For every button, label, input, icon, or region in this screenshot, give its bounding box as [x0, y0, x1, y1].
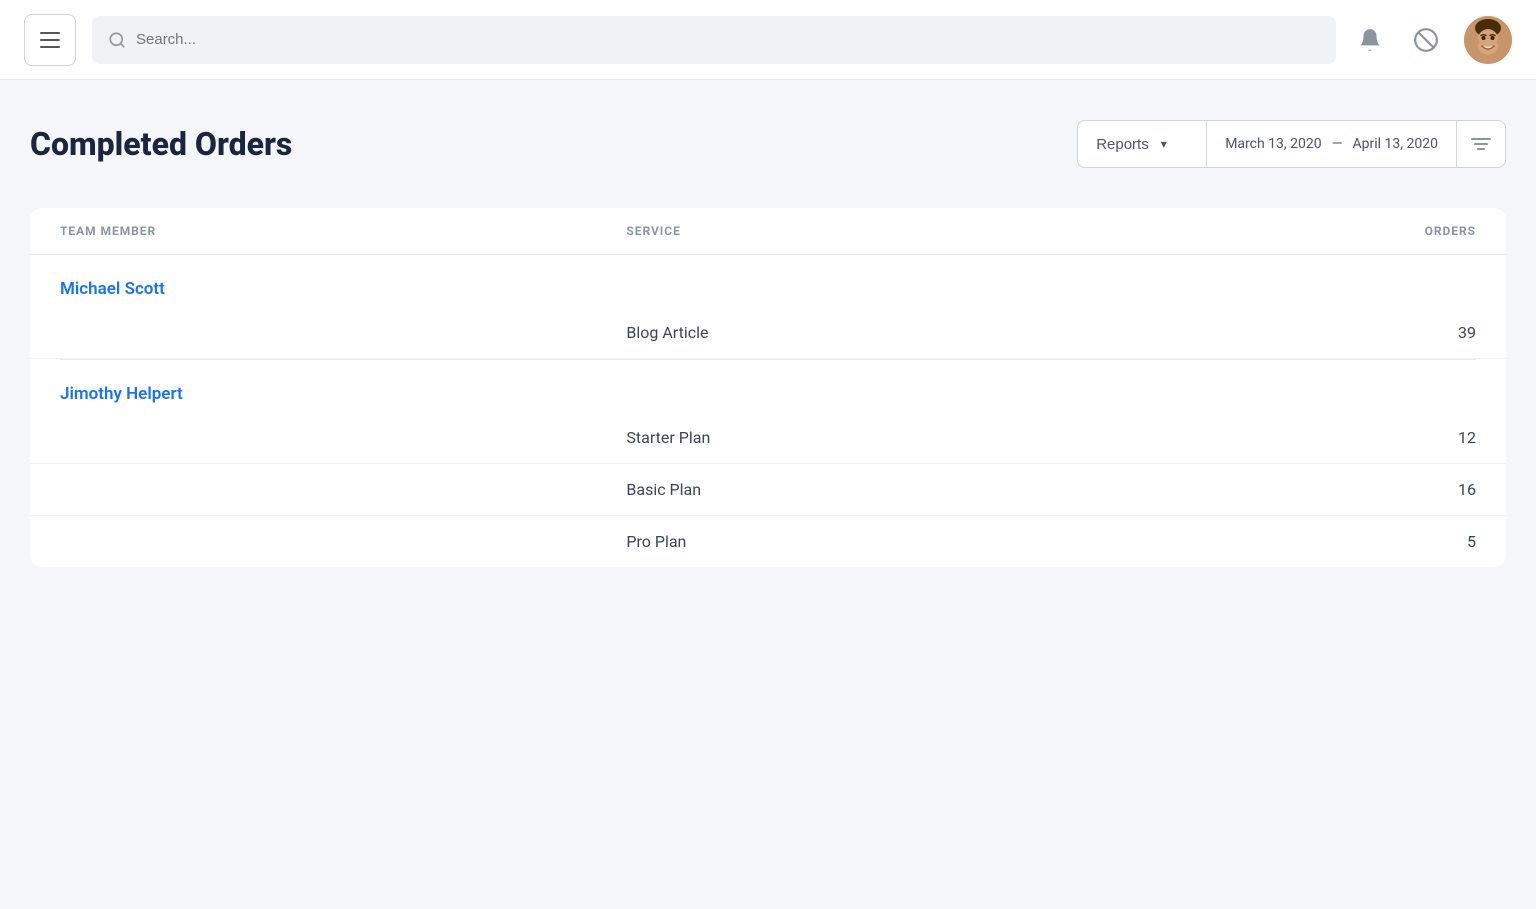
orders-table: TEAM MEMBER SERVICE ORDERS Michael Scott… — [30, 208, 1506, 567]
search-icon — [108, 31, 126, 49]
service-row: Basic Plan 16 — [30, 464, 1506, 516]
table-header: TEAM MEMBER SERVICE ORDERS — [30, 208, 1506, 255]
service-row: Pro Plan 5 — [30, 516, 1506, 567]
service-row: Starter Plan 12 — [30, 412, 1506, 464]
service-name: Starter Plan — [626, 428, 1192, 447]
main-content: Completed Orders Reports ▾ March 13, 202… — [0, 80, 1536, 909]
table-body: Michael Scott Blog Article 39 Jimothy He… — [30, 255, 1506, 567]
orders-count: 5 — [1193, 532, 1476, 551]
search-bar — [92, 16, 1336, 64]
date-separator: — — [1332, 136, 1343, 152]
service-row: Blog Article 39 — [30, 307, 1506, 359]
orders-count: 39 — [1193, 323, 1476, 342]
orders-count: 12 — [1193, 428, 1476, 447]
column-header-service: SERVICE — [626, 224, 1192, 238]
column-header-team-member: TEAM MEMBER — [60, 224, 626, 238]
date-range: March 13, 2020 — April 13, 2020 — [1207, 120, 1457, 168]
top-navigation — [0, 0, 1536, 80]
orders-count: 16 — [1193, 480, 1476, 499]
bell-icon — [1357, 27, 1383, 53]
reports-label: Reports — [1096, 136, 1149, 153]
filter-lines-icon — [1471, 136, 1491, 152]
page-title: Completed Orders — [30, 125, 1061, 163]
service-name: Blog Article — [626, 323, 1192, 342]
column-header-orders: ORDERS — [1193, 224, 1476, 238]
search-input[interactable] — [136, 31, 1320, 48]
help-icon — [1413, 27, 1439, 53]
help-button[interactable] — [1408, 22, 1444, 58]
team-member-name[interactable]: Jimothy Helpert — [60, 384, 183, 404]
service-name: Pro Plan — [626, 532, 1192, 551]
list-item: Michael Scott — [30, 255, 1506, 307]
page-header: Completed Orders Reports ▾ March 13, 202… — [30, 120, 1506, 168]
list-item: Jimothy Helpert — [30, 360, 1506, 412]
avatar-image — [1464, 16, 1512, 64]
chevron-down-icon: ▾ — [1161, 137, 1167, 151]
notifications-button[interactable] — [1352, 22, 1388, 58]
reports-dropdown[interactable]: Reports ▾ — [1077, 120, 1207, 168]
date-end: April 13, 2020 — [1353, 136, 1438, 152]
menu-button[interactable] — [24, 14, 76, 66]
service-name: Basic Plan — [626, 480, 1192, 499]
date-start: March 13, 2020 — [1225, 136, 1321, 152]
header-controls: Reports ▾ March 13, 2020 — April 13, 202… — [1077, 120, 1506, 168]
avatar[interactable] — [1464, 16, 1512, 64]
nav-actions — [1352, 16, 1512, 64]
team-member-name[interactable]: Michael Scott — [60, 279, 165, 299]
filter-button[interactable] — [1457, 120, 1506, 168]
